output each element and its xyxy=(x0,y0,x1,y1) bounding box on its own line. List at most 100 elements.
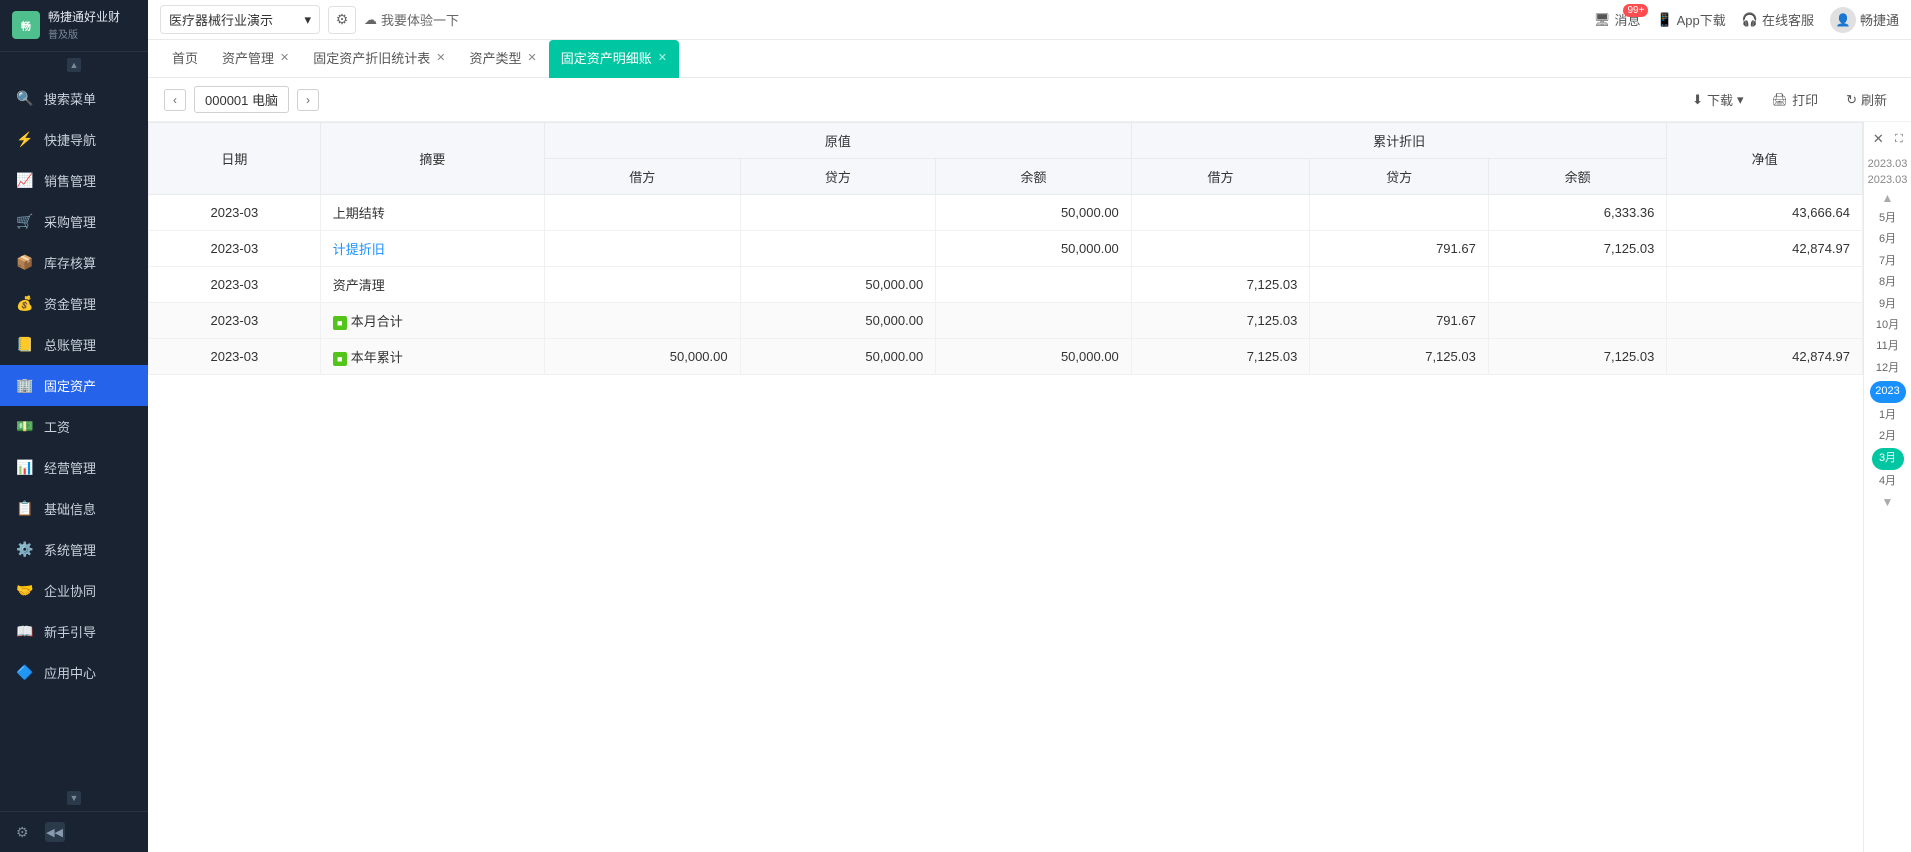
refresh-icon: ↻ xyxy=(1846,92,1857,108)
money-icon: 💰 xyxy=(16,294,34,312)
sidebar-item-cooperation[interactable]: 🤝 企业协同 xyxy=(0,570,148,611)
summary-link[interactable]: 计提折旧 xyxy=(333,242,385,257)
experience-button[interactable]: ☁ 我要体验一下 xyxy=(364,10,459,29)
cell-orig-debit xyxy=(545,195,741,231)
timeline-month-8[interactable]: 8月 xyxy=(1870,272,1906,293)
handshake-icon: 🤝 xyxy=(16,581,34,599)
timeline-month-2[interactable]: 2月 xyxy=(1870,426,1906,447)
table-row: 2023-03 计提折旧 50,000.00 791.67 7,125.03 4… xyxy=(149,231,1863,267)
tab-close-asset-type[interactable]: ✕ xyxy=(528,51,537,64)
timeline-month-4[interactable]: 4月 xyxy=(1870,471,1906,492)
prev-asset-button[interactable]: ‹ xyxy=(164,89,186,111)
timeline-down-button[interactable]: ▼ xyxy=(1878,492,1898,512)
download-button[interactable]: ⬇ 下载 ▾ xyxy=(1684,86,1751,113)
sidebar-item-payroll[interactable]: 💵 工资 xyxy=(0,406,148,447)
topbar-settings-button[interactable]: ⚙ xyxy=(328,6,356,34)
toolbar-right: ⬇ 下载 ▾ 🖨 打印 ↻ 刷新 xyxy=(1684,86,1895,113)
user-name: 畅捷通 xyxy=(1860,10,1899,29)
sidebar-item-ledger[interactable]: 📒 总账管理 xyxy=(0,324,148,365)
online-service-button[interactable]: 🎧 在线客服 xyxy=(1742,10,1814,29)
tab-close-asset-detail[interactable]: ✕ xyxy=(658,51,667,64)
cell-orig-credit xyxy=(740,231,936,267)
cell-accum-credit: 791.67 xyxy=(1310,231,1489,267)
sidebar: 畅 畅捷通好业财 普及版 ▲ 🔍 搜索菜单 ⚡ 快捷导航 📈 销售管理 🛒 采购… xyxy=(0,0,148,852)
sidebar-item-sales[interactable]: 📈 销售管理 xyxy=(0,160,148,201)
timeline-up-button[interactable]: ▲ xyxy=(1878,188,1898,208)
service-label: 在线客服 xyxy=(1762,10,1814,29)
row-mark-icon: ■ xyxy=(333,316,347,330)
headset-icon: 🎧 xyxy=(1742,12,1758,28)
sidebar-item-inventory[interactable]: 📦 库存核算 xyxy=(0,242,148,283)
scroll-down-btn[interactable]: ▼ xyxy=(67,791,81,805)
bar-chart-icon: 📊 xyxy=(16,458,34,476)
sidebar-item-search[interactable]: 🔍 搜索菜单 xyxy=(0,78,148,119)
app-logo-icon: 畅 xyxy=(12,11,40,39)
chevron-left-icon: ‹ xyxy=(173,93,177,107)
sidebar-collapse-button[interactable]: ◀◀ xyxy=(45,822,65,842)
cell-accum-balance: 7,125.03 xyxy=(1488,339,1667,375)
lightning-icon: ⚡ xyxy=(16,130,34,148)
app-download-button[interactable]: 📱 App下载 xyxy=(1656,10,1725,29)
sidebar-item-system[interactable]: ⚙️ 系统管理 xyxy=(0,529,148,570)
next-asset-button[interactable]: › xyxy=(297,89,319,111)
tab-close-asset-mgmt[interactable]: ✕ xyxy=(280,51,289,64)
message-button[interactable]: 🖥 消息 99+ xyxy=(1594,10,1641,29)
timeline-month-7[interactable]: 7月 xyxy=(1870,251,1906,272)
sidebar-scroll-up[interactable]: ▲ xyxy=(0,52,148,78)
timeline-close-button[interactable]: ✕ xyxy=(1868,128,1889,150)
cell-orig-debit: 50,000.00 xyxy=(545,339,741,375)
sidebar-item-funds[interactable]: 💰 资金管理 xyxy=(0,283,148,324)
sidebar-item-quick-nav[interactable]: ⚡ 快捷导航 xyxy=(0,119,148,160)
timeline-month-10[interactable]: 10月 xyxy=(1870,315,1906,336)
cell-accum-credit: 7,125.03 xyxy=(1310,339,1489,375)
cell-accum-debit xyxy=(1131,195,1310,231)
tab-depreciation-stats[interactable]: 固定资产折旧统计表 ✕ xyxy=(301,40,457,78)
timeline-month-12[interactable]: 12月 xyxy=(1870,358,1906,379)
cell-date: 2023-03 xyxy=(149,303,321,339)
main-table-area: 日期 摘要 原值 累计折旧 净值 xyxy=(148,122,1863,852)
cell-accum-debit: 7,125.03 xyxy=(1131,303,1310,339)
timeline-month-6[interactable]: 6月 xyxy=(1870,229,1906,250)
timeline-expand-button[interactable]: ⛶ xyxy=(1891,128,1907,150)
sidebar-item-basic-info[interactable]: 📋 基础信息 xyxy=(0,488,148,529)
cell-orig-credit: 50,000.00 xyxy=(740,339,936,375)
scroll-up-btn[interactable]: ▲ xyxy=(67,58,81,72)
sidebar-item-fixed-assets[interactable]: 🏢 固定资产 xyxy=(0,365,148,406)
tab-asset-detail[interactable]: 固定资产明细账 ✕ xyxy=(549,40,679,78)
print-button[interactable]: 🖨 打印 xyxy=(1764,86,1827,113)
timeline-month-11[interactable]: 11月 xyxy=(1870,336,1906,357)
company-dropdown-icon: ▾ xyxy=(304,12,311,28)
sidebar-item-guide[interactable]: 📖 新手引导 xyxy=(0,611,148,652)
th-original-credit: 贷方 xyxy=(740,159,936,195)
th-accumulated-depreciation: 累计折旧 xyxy=(1131,123,1667,159)
timeline-month-3-active[interactable]: 3月 xyxy=(1872,448,1904,469)
tab-asset-type[interactable]: 资产类型 ✕ xyxy=(457,40,548,78)
company-selector[interactable]: 医疗器械行业演示 ▾ xyxy=(160,5,320,34)
timeline-month-5[interactable]: 5月 xyxy=(1870,208,1906,229)
settings-footer-icon[interactable]: ⚙ xyxy=(16,824,29,841)
asset-detail-table: 日期 摘要 原值 累计折旧 净值 xyxy=(148,122,1863,375)
cell-orig-credit xyxy=(740,195,936,231)
timeline-year-2023[interactable]: 2023 xyxy=(1870,381,1906,402)
timeline-month-1[interactable]: 1月 xyxy=(1870,405,1906,426)
sidebar-item-label-fixed-assets: 固定资产 xyxy=(44,376,96,395)
timeline-month-9[interactable]: 9月 xyxy=(1870,294,1906,315)
cell-accum-balance: 6,333.36 xyxy=(1488,195,1667,231)
tab-asset-mgmt[interactable]: 资产管理 ✕ xyxy=(210,40,301,78)
tab-close-depreciation-stats[interactable]: ✕ xyxy=(436,51,445,64)
th-accum-debit: 借方 xyxy=(1131,159,1310,195)
cell-accum-balance: 7,125.03 xyxy=(1488,231,1667,267)
sidebar-item-app-center[interactable]: 🔷 应用中心 xyxy=(0,652,148,693)
sidebar-item-label-app-center: 应用中心 xyxy=(44,663,96,682)
sidebar-item-operations[interactable]: 📊 经营管理 xyxy=(0,447,148,488)
sidebar-item-label-basic-info: 基础信息 xyxy=(44,499,96,518)
cell-accum-credit: 791.67 xyxy=(1310,303,1489,339)
refresh-button[interactable]: ↻ 刷新 xyxy=(1838,86,1895,113)
tab-home[interactable]: 首页 xyxy=(160,40,210,78)
print-icon: 🖨 xyxy=(1772,92,1789,108)
tab-label-asset-type: 资产类型 xyxy=(469,48,521,67)
cell-summary: 资产清理 xyxy=(320,267,544,303)
sidebar-scroll-down[interactable]: ▼ xyxy=(0,785,148,811)
user-area[interactable]: 👤 畅捷通 xyxy=(1830,7,1899,33)
sidebar-item-purchase[interactable]: 🛒 采购管理 xyxy=(0,201,148,242)
